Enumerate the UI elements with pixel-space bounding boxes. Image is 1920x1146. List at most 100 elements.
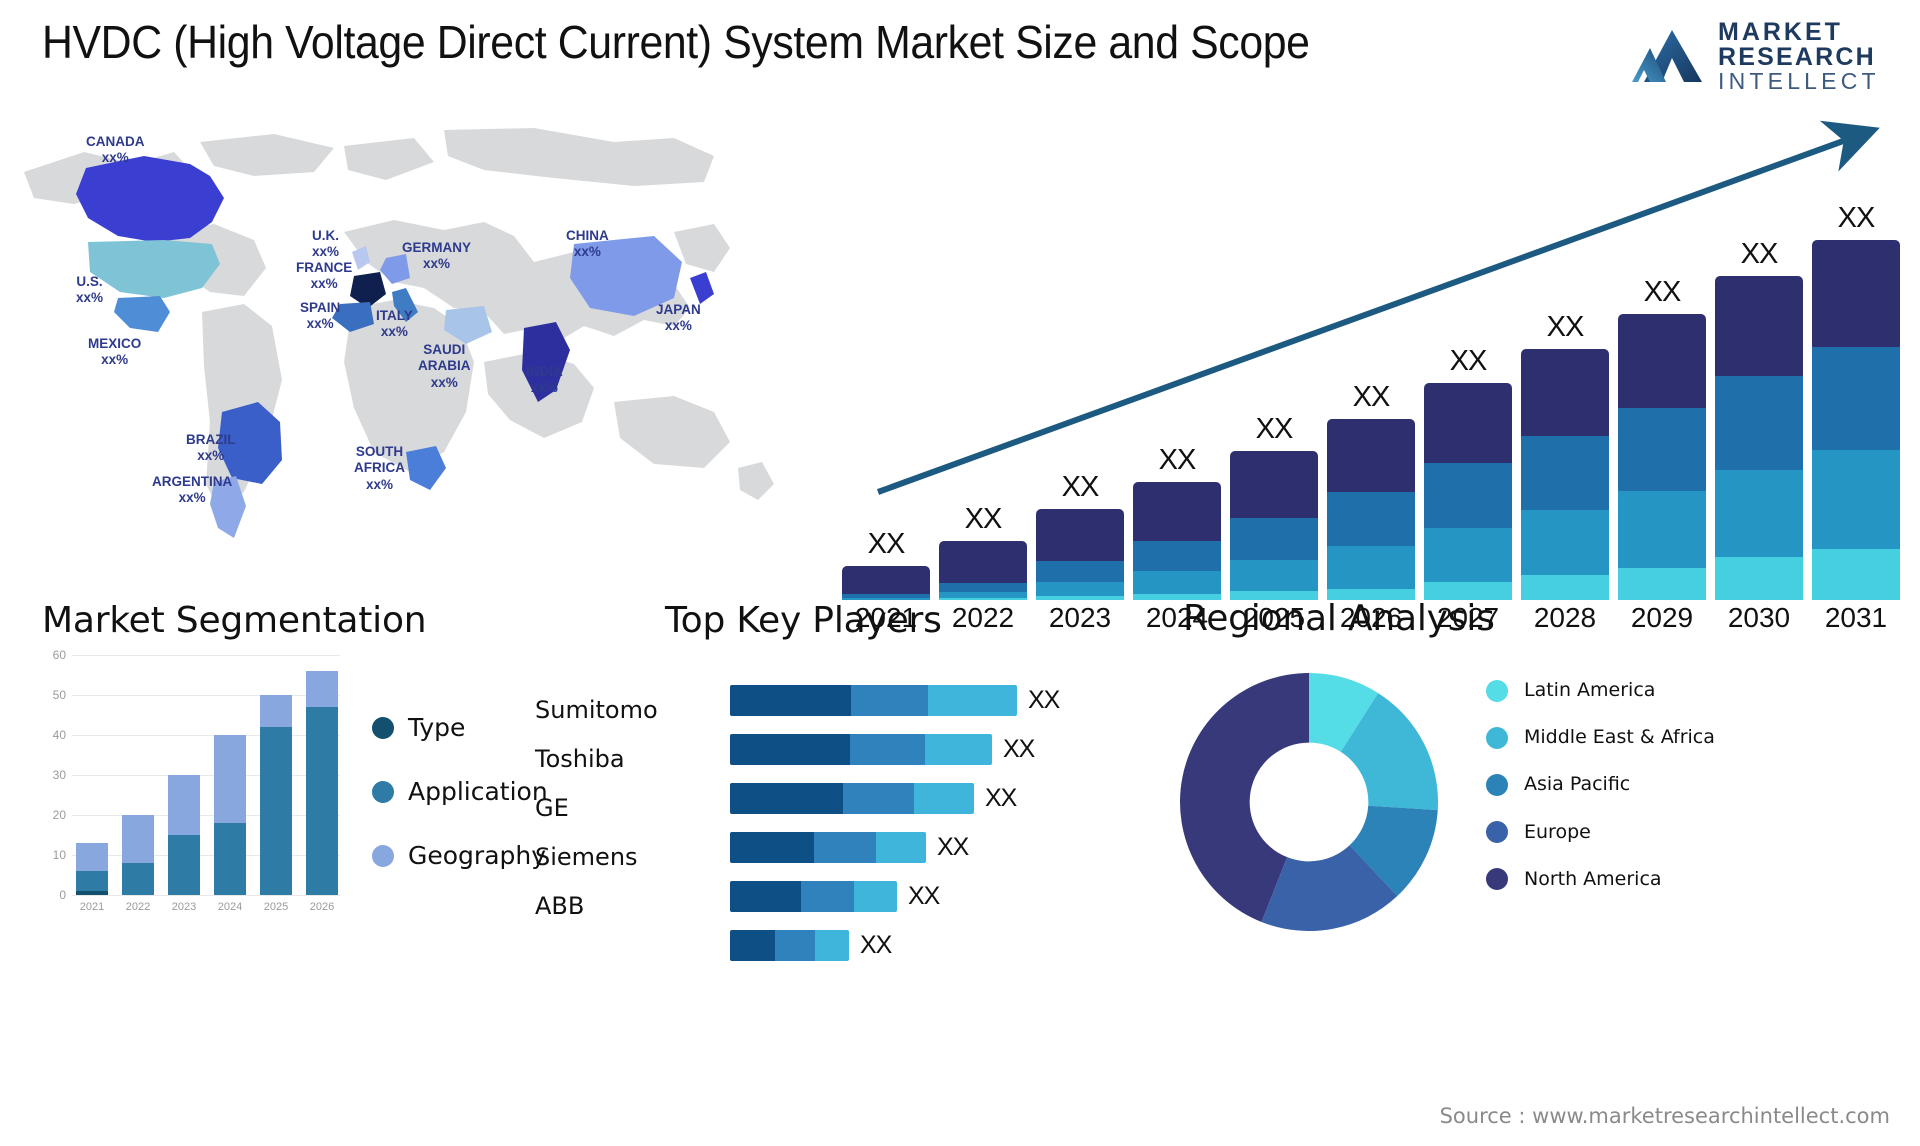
legend-label: Type (408, 713, 466, 742)
map-label-south-africa: SOUTH AFRICA xx% (354, 444, 405, 492)
segmentation-legend: Type Application Geography (372, 713, 548, 870)
growth-bar-segment (1036, 581, 1124, 597)
growth-year-label: 2023 (1048, 602, 1112, 633)
growth-bar-value-label: XX (1352, 381, 1391, 414)
key-player-bar-segment (730, 930, 776, 961)
growth-bar-segment (1812, 240, 1900, 347)
growth-bar-stack (939, 540, 1027, 600)
growth-bar-column: XX (842, 200, 930, 600)
segmentation-bar-segment (168, 835, 200, 895)
growth-bar-value-label: XX (867, 527, 906, 560)
growth-bar-segment (1618, 567, 1706, 600)
map-label-italy: ITALY xx% (376, 308, 413, 340)
segmentation-y-tick: 40 (52, 728, 66, 742)
growth-bar-value-label: XX (964, 502, 1003, 535)
key-player-value-label: XX (907, 882, 940, 910)
legend-label: Latin America (1524, 679, 1656, 701)
growth-bar-segment (1715, 376, 1803, 470)
regional-analysis-title: Regional Analysis (1183, 598, 1495, 639)
map-label-india: INDIA xx% (526, 364, 563, 396)
map-label-canada: CANADA xx% (86, 134, 145, 166)
key-player-bar-segment (849, 734, 925, 765)
legend-color-dot (1486, 821, 1508, 844)
growth-bar-column: XX (1133, 200, 1221, 600)
growth-bar-stack (1133, 481, 1221, 600)
key-player-value-label: XX (1002, 735, 1035, 763)
growth-bar-value-label: XX (1837, 202, 1876, 234)
growth-bar-segment (1521, 436, 1609, 511)
key-player-bar-row: XX (730, 930, 1120, 961)
key-player-bar-segment (730, 881, 801, 912)
key-player-bar (730, 783, 974, 814)
growth-bar-segment (1327, 545, 1415, 589)
regional-legend-item: North America (1486, 868, 1715, 891)
growth-bar-column: XX (1618, 200, 1706, 600)
key-player-bar-segment (853, 881, 897, 912)
segmentation-x-label: 2026 (309, 901, 335, 913)
key-player-name: ABB (535, 892, 585, 920)
growth-bar-segment (1812, 449, 1900, 549)
growth-year-label: 2030 (1727, 602, 1791, 633)
growth-bar-stack (1424, 382, 1512, 600)
growth-year-label: 2022 (951, 602, 1015, 633)
growth-bar-stack (1812, 240, 1900, 600)
source-attribution: Source : www.marketresearchintellect.com (1439, 1104, 1890, 1128)
key-player-bar-segment (913, 783, 974, 814)
key-player-bar-segment (730, 783, 844, 814)
growth-bar-value-label: XX (1061, 470, 1100, 503)
segmentation-bar-segment (214, 823, 246, 895)
growth-bar-stack (1327, 419, 1415, 600)
segmentation-legend-item: Type (372, 713, 548, 742)
key-player-name: Siemens (535, 843, 638, 871)
map-label-mexico: MEXICO xx% (88, 336, 142, 368)
growth-bar-stack (1521, 348, 1609, 600)
regional-legend-item: Asia Pacific (1486, 773, 1715, 796)
growth-bar-value-label: XX (1740, 238, 1779, 271)
growth-bar-segment (1424, 462, 1512, 528)
growth-bar-segment (1521, 575, 1609, 600)
growth-bar-column: XX (1036, 200, 1124, 600)
regional-legend-item: Latin America (1486, 679, 1715, 702)
growth-bar-segment (1715, 469, 1803, 558)
legend-color-dot (372, 780, 394, 803)
growth-bar-segment (1715, 276, 1803, 377)
growth-bar-column: XX (939, 200, 1027, 600)
growth-bar-segment (1036, 596, 1124, 600)
map-label-uk: U.K. xx% (312, 228, 340, 260)
key-player-bar-segment (843, 783, 914, 814)
key-player-bar-row: XX (730, 881, 1120, 912)
growth-bar-segment (939, 598, 1027, 600)
growth-bar-segment (939, 582, 1027, 593)
segmentation-x-label: 2023 (171, 901, 197, 913)
growth-bar-segment (1230, 451, 1318, 519)
key-player-bar-segment (730, 734, 850, 765)
legend-color-dot (1486, 868, 1508, 891)
segmentation-bar-segment (76, 891, 108, 895)
segmentation-bar-segment (168, 775, 200, 835)
growth-bar-segment (1715, 557, 1803, 600)
growth-year-label: 2031 (1824, 602, 1888, 633)
key-player-bar-row: XX (730, 685, 1120, 716)
segmentation-x-label: 2021 (79, 901, 105, 913)
growth-bars: XX XX XX XX XX XX XX XX XX XX XX (842, 200, 1900, 600)
segmentation-bar-segment (260, 727, 292, 895)
regional-donut (1180, 673, 1438, 931)
segmentation-bar (260, 655, 292, 895)
segmentation-bar (122, 655, 154, 895)
page-title: HVDC (High Voltage Direct Current) Syste… (42, 16, 1310, 68)
growth-bar-segment (1327, 419, 1415, 493)
segmentation-y-tick: 0 (59, 888, 66, 902)
growth-bar-column: XX (1230, 200, 1318, 600)
regional-analysis-chart: Latin America Middle East & Africa Asia Pa… (1180, 655, 1900, 945)
key-player-value-label: XX (859, 931, 892, 959)
segmentation-y-tick: 30 (52, 768, 66, 782)
growth-bar-segment (1812, 346, 1900, 450)
growth-bar-segment (1424, 382, 1512, 463)
growth-bar-segment (1618, 491, 1706, 568)
key-player-bar-segment (814, 930, 849, 961)
key-player-bar-segment (730, 832, 815, 863)
growth-bar-segment (939, 540, 1027, 583)
segmentation-y-tick: 20 (52, 808, 66, 822)
regional-legend-item: Europe (1486, 821, 1715, 844)
legend-color-dot (1486, 726, 1508, 749)
